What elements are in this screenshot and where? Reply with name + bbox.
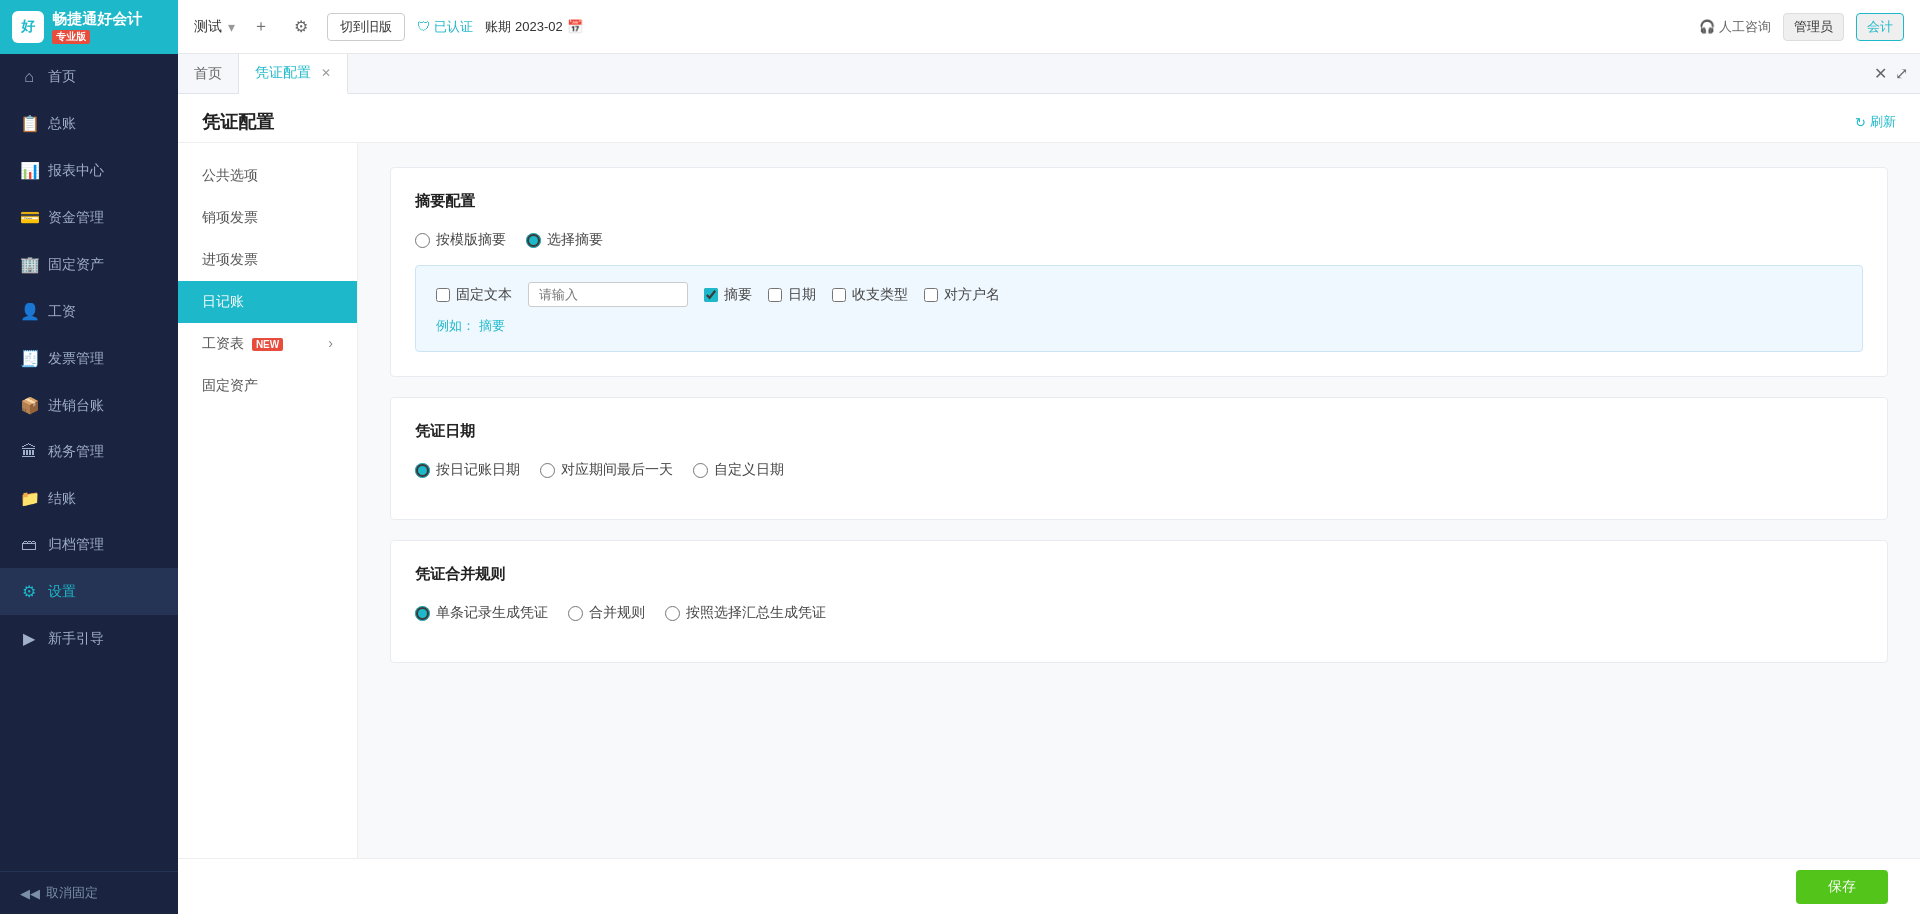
page-header: 凭证配置 ↻ 刷新: [178, 94, 1920, 143]
sidebar-item-settings[interactable]: ⚙ 设置: [0, 568, 178, 615]
topbar: 测试 ▾ ＋ ⚙ 切到旧版 🛡 已认证 账期 2023-02 📅 🎧 人工咨询 …: [178, 0, 1920, 54]
date-option-journal[interactable]: 按日记账日期: [415, 461, 520, 479]
logo-sub: 专业版: [52, 30, 90, 44]
company-selector[interactable]: 测试 ▾: [194, 18, 235, 36]
sidebar-item-archive[interactable]: 🗃 归档管理: [0, 522, 178, 568]
tax-icon: 🏛: [20, 443, 38, 461]
merge-section: 凭证合并规则 单条记录生成凭证 合并规则 按照选择汇总生成凭证: [390, 540, 1888, 663]
summary-checkbox-area: 固定文本 摘要 日期: [415, 265, 1863, 352]
check-date[interactable]: 日期: [768, 286, 816, 304]
calendar-icon[interactable]: 📅: [567, 19, 583, 34]
leftnav-public[interactable]: 公共选项: [178, 155, 357, 197]
logo-icon: 好: [12, 11, 44, 43]
sidebar-item-funds[interactable]: 💳 资金管理: [0, 194, 178, 241]
sidebar-item-reports[interactable]: 📊 报表中心: [0, 147, 178, 194]
summary-title: 摘要配置: [415, 192, 1863, 211]
fixed-text-input[interactable]: [528, 282, 688, 307]
date-title: 凭证日期: [415, 422, 1863, 441]
help-button[interactable]: 🎧 人工咨询: [1699, 18, 1771, 36]
headset-icon: 🎧: [1699, 19, 1715, 34]
company-name: 测试: [194, 18, 222, 36]
right-content: 摘要配置 按模版摘要 选择摘要: [358, 143, 1920, 858]
reports-icon: 📊: [20, 161, 38, 180]
add-button[interactable]: ＋: [247, 13, 275, 41]
sidebar-item-ledger[interactable]: 📋 总账: [0, 100, 178, 147]
merge-title: 凭证合并规则: [415, 565, 1863, 584]
sidebar-item-assets[interactable]: 🏢 固定资产: [0, 241, 178, 288]
summary-section: 摘要配置 按模版摘要 选择摘要: [390, 167, 1888, 377]
close-tab-icon[interactable]: ✕: [1874, 64, 1887, 83]
pin-icon: ◀◀: [20, 886, 40, 901]
tab-close-icon[interactable]: ✕: [321, 66, 331, 80]
payroll-icon: 👤: [20, 302, 38, 321]
sidebar-pin-toggle[interactable]: ◀◀ 取消固定: [0, 871, 178, 914]
sidebar-item-sales[interactable]: 📦 进销台账: [0, 382, 178, 429]
leftnav-payroll[interactable]: 工资表 NEW ›: [178, 323, 357, 365]
content-area: 凭证配置 ↻ 刷新 公共选项 销项发票 进项发票 日记账 工资表 NEW › 固…: [178, 94, 1920, 914]
close-books-icon: 📁: [20, 489, 38, 508]
leftnav-journal[interactable]: 日记账: [178, 281, 357, 323]
summary-option-template[interactable]: 按模版摘要: [415, 231, 506, 249]
date-option-period-last[interactable]: 对应期间最后一天: [540, 461, 673, 479]
tab-voucher-config[interactable]: 凭证配置 ✕: [239, 54, 348, 94]
refresh-icon: ↻: [1855, 115, 1866, 130]
invoice-icon: 🧾: [20, 349, 38, 368]
chevron-right-icon: ›: [328, 335, 333, 351]
leftnav-fixed-assets[interactable]: 固定资产: [178, 365, 357, 407]
summary-option-select[interactable]: 选择摘要: [526, 231, 603, 249]
assets-icon: 🏢: [20, 255, 38, 274]
sidebar-item-tax[interactable]: 🏛 税务管理: [0, 429, 178, 475]
date-option-custom[interactable]: 自定义日期: [693, 461, 784, 479]
ledger-icon: 📋: [20, 114, 38, 133]
funds-icon: 💳: [20, 208, 38, 227]
sidebar-item-guide[interactable]: ▶ 新手引导: [0, 615, 178, 662]
leftnav-sales-invoice[interactable]: 销项发票: [178, 197, 357, 239]
check-counterparty[interactable]: 对方户名: [924, 286, 1000, 304]
summary-radio-group: 按模版摘要 选择摘要: [415, 231, 1863, 249]
date-radio-group: 按日记账日期 对应期间最后一天 自定义日期: [415, 461, 1863, 479]
admin-button[interactable]: 管理员: [1783, 13, 1844, 41]
page-title: 凭证配置: [202, 110, 274, 134]
period-display: 账期 2023-02 📅: [485, 18, 583, 36]
guide-icon: ▶: [20, 629, 38, 648]
home-icon: ⌂: [20, 68, 38, 86]
tabbar: 首页 凭证配置 ✕ ✕ ⤢: [178, 54, 1920, 94]
example-text: 例如： 摘要: [436, 317, 1842, 335]
check-payment-type[interactable]: 收支类型: [832, 286, 908, 304]
new-badge: NEW: [252, 338, 283, 351]
sidebar-item-close[interactable]: 📁 结账: [0, 475, 178, 522]
archive-icon: 🗃: [20, 536, 38, 554]
sidebar-logo: 好 畅捷通好会计 专业版: [0, 0, 178, 54]
expand-icon[interactable]: ⤢: [1895, 64, 1908, 83]
role-button[interactable]: 会计: [1856, 13, 1904, 41]
check-fixed-text[interactable]: 固定文本: [436, 286, 512, 304]
check-summary[interactable]: 摘要: [704, 286, 752, 304]
sidebar-item-invoice[interactable]: 🧾 发票管理: [0, 335, 178, 382]
refresh-button[interactable]: ↻ 刷新: [1855, 113, 1896, 131]
merge-radio-group: 单条记录生成凭证 合并规则 按照选择汇总生成凭证: [415, 604, 1863, 622]
sales-icon: 📦: [20, 396, 38, 415]
main-area: 测试 ▾ ＋ ⚙ 切到旧版 🛡 已认证 账期 2023-02 📅 🎧 人工咨询 …: [178, 0, 1920, 914]
summary-checkbox-row: 固定文本 摘要 日期: [436, 282, 1842, 307]
merge-option-by-selection[interactable]: 按照选择汇总生成凭证: [665, 604, 826, 622]
merge-option-rule[interactable]: 合并规则: [568, 604, 645, 622]
sidebar: 好 畅捷通好会计 专业版 ⌂ 首页 📋 总账 📊 报表中心 💳 资金管理 🏢 固…: [0, 0, 178, 914]
footer-bar: 保存: [178, 858, 1920, 914]
leftnav-purchase-invoice[interactable]: 进项发票: [178, 239, 357, 281]
shield-icon: 🛡: [417, 19, 430, 34]
company-chevron-icon: ▾: [228, 19, 235, 35]
merge-option-single[interactable]: 单条记录生成凭证: [415, 604, 548, 622]
settings-icon: ⚙: [20, 582, 38, 601]
page-body: 公共选项 销项发票 进项发票 日记账 工资表 NEW › 固定资产 摘要配置: [178, 143, 1920, 858]
sidebar-item-payroll[interactable]: 👤 工资: [0, 288, 178, 335]
save-button[interactable]: 保存: [1796, 870, 1888, 904]
date-section: 凭证日期 按日记账日期 对应期间最后一天 自定义日期: [390, 397, 1888, 520]
old-version-button[interactable]: 切到旧版: [327, 13, 405, 41]
logo-title: 畅捷通好会计: [52, 10, 142, 28]
left-nav: 公共选项 销项发票 进项发票 日记账 工资表 NEW › 固定资产: [178, 143, 358, 858]
tab-home[interactable]: 首页: [178, 54, 239, 94]
verified-status: 🛡 已认证: [417, 18, 473, 36]
settings-button[interactable]: ⚙: [287, 13, 315, 41]
sidebar-item-home[interactable]: ⌂ 首页: [0, 54, 178, 100]
